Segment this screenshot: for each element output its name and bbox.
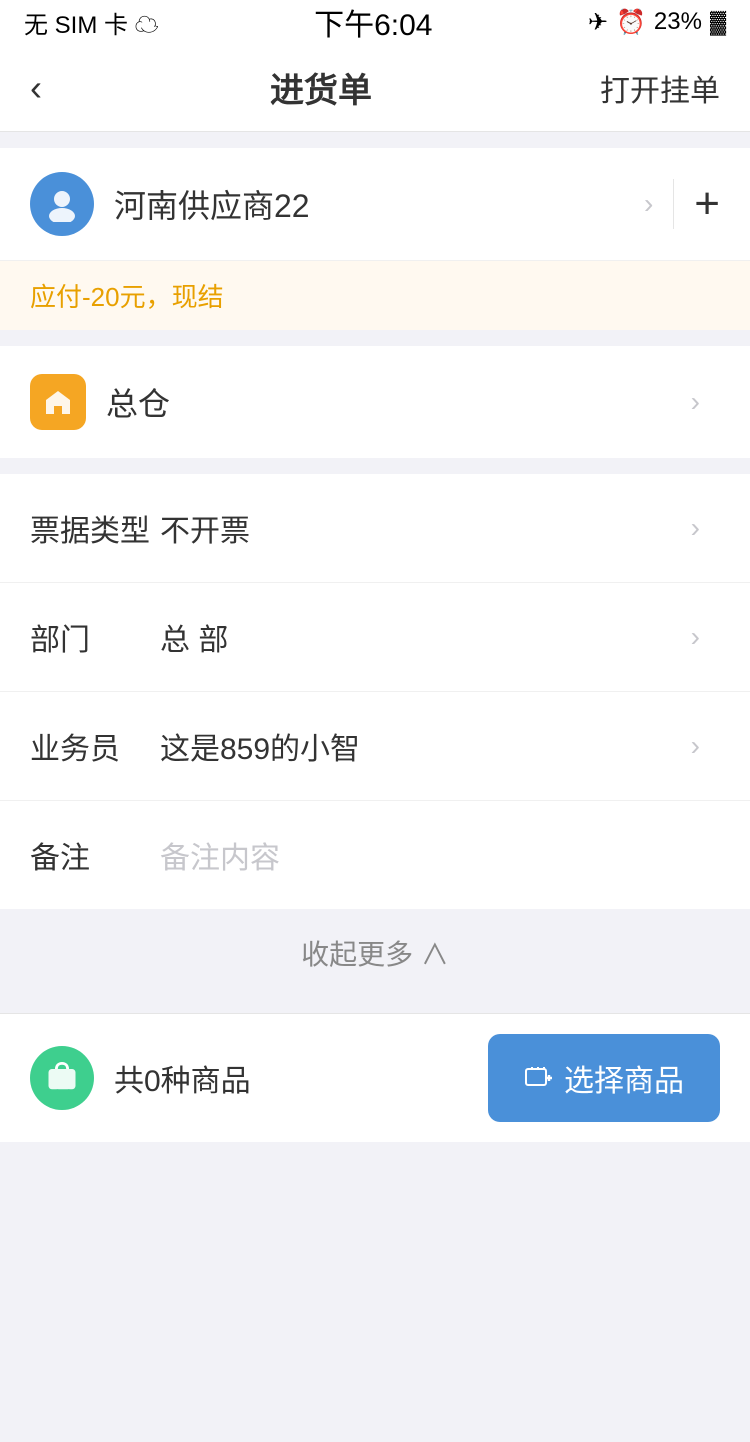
- staff-value: 这是859的小智: [160, 724, 691, 768]
- status-left: 无 SIM 卡 ☁: [24, 5, 159, 40]
- status-bar: 无 SIM 卡 ☁ 下午6:04 ✈ ⏰ 23% ▓: [0, 0, 750, 44]
- staff-chevron-icon: ›: [691, 730, 700, 762]
- remark-row[interactable]: 备注 备注内容: [0, 800, 750, 909]
- warehouse-card: 总仓 ›: [0, 346, 750, 458]
- invoice-label: 票据类型: [30, 506, 160, 550]
- supplier-avatar: [30, 172, 94, 236]
- product-count: 共0种商品: [114, 1056, 468, 1100]
- add-supplier-button[interactable]: +: [673, 179, 720, 229]
- dept-row[interactable]: 部门 总 部 ›: [0, 582, 750, 691]
- separator-1: [0, 132, 750, 148]
- remark-label: 备注: [30, 833, 160, 877]
- supplier-alert: 应付-20元，现结: [0, 261, 750, 330]
- separator-3: [0, 458, 750, 474]
- avatar-icon: [44, 186, 80, 222]
- supplier-name: 河南供应商22: [114, 181, 644, 227]
- warehouse-chevron-icon: ›: [691, 386, 700, 418]
- open-pending-button[interactable]: 打开挂单: [600, 66, 720, 110]
- invoice-value: 不开票: [160, 506, 691, 550]
- dept-value: 总 部: [160, 615, 691, 659]
- alarm-icon: ⏰: [616, 8, 646, 37]
- dept-chevron-icon: ›: [691, 621, 700, 653]
- dept-label: 部门: [30, 615, 160, 659]
- warehouse-svg: [42, 386, 74, 418]
- cart-icon: [44, 1060, 80, 1096]
- staff-row[interactable]: 业务员 这是859的小智 ›: [0, 691, 750, 800]
- remark-input[interactable]: 备注内容: [160, 833, 720, 877]
- nav-bar: ‹ 进货单 打开挂单: [0, 44, 750, 132]
- invoice-row[interactable]: 票据类型 不开票 ›: [0, 474, 750, 582]
- select-product-button[interactable]: 选择商品: [488, 1034, 720, 1122]
- separator-4: [0, 997, 750, 1013]
- bottom-bar: 共0种商品 选择商品: [0, 1013, 750, 1142]
- warehouse-name: 总仓: [106, 379, 691, 425]
- product-icon: [30, 1046, 94, 1110]
- signal-text: 无 SIM 卡 ☁: [24, 5, 159, 40]
- select-product-icon: [524, 1064, 552, 1092]
- collapse-button[interactable]: 收起更多 ∧: [0, 909, 750, 997]
- form-card: 票据类型 不开票 › 部门 总 部 › 业务员 这是859的小智 › 备注 备注…: [0, 474, 750, 909]
- warehouse-icon: [30, 374, 86, 430]
- invoice-chevron-icon: ›: [691, 512, 700, 544]
- back-button[interactable]: ‹: [30, 67, 42, 109]
- status-time: 下午6:04: [314, 0, 432, 44]
- supplier-card: 河南供应商22 › + 应付-20元，现结: [0, 148, 750, 330]
- warehouse-row[interactable]: 总仓 ›: [0, 346, 750, 458]
- content-bottom: [0, 1142, 750, 1442]
- page-title: 进货单: [270, 63, 372, 112]
- battery-text: 23%: [654, 8, 702, 36]
- battery-icon: ▓: [710, 9, 726, 35]
- separator-2: [0, 330, 750, 346]
- supplier-chevron-icon: ›: [644, 188, 653, 220]
- supplier-row[interactable]: 河南供应商22 › +: [0, 148, 750, 261]
- select-product-label: 选择商品: [564, 1056, 684, 1100]
- status-right: ✈ ⏰ 23% ▓: [588, 8, 726, 37]
- location-icon: ✈: [588, 8, 608, 37]
- staff-label: 业务员: [30, 724, 160, 768]
